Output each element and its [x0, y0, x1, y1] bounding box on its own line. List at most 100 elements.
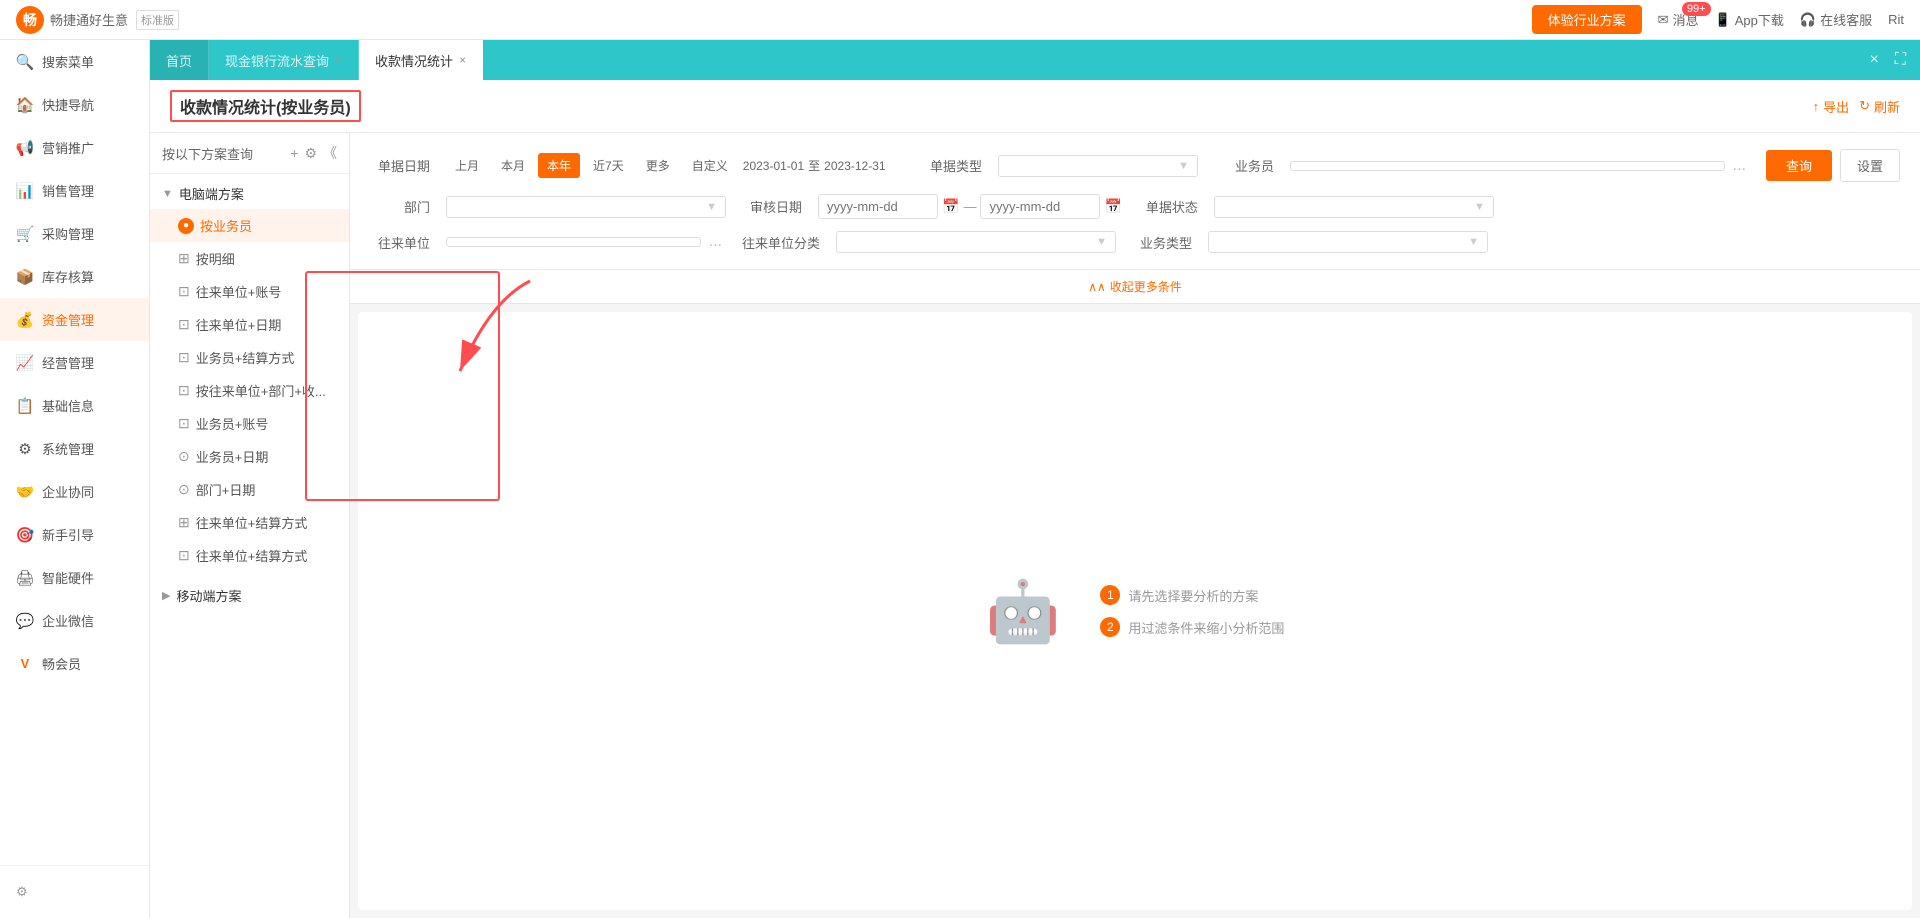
collapse-up-icon: ∧∧ [1088, 280, 1106, 294]
sidebar-settings-btn[interactable]: ⚙ [0, 874, 149, 910]
sidebar-item-quick-nav[interactable]: 🏠 快捷导航 [0, 83, 149, 126]
tab-bank-flow[interactable]: 现金银行流水查询 × [209, 40, 359, 80]
date-tab-custom[interactable]: 自定义 [683, 153, 737, 178]
sales-icon: 📊 [16, 182, 34, 200]
tab-collection-close[interactable]: × [459, 53, 466, 67]
scheme-item-by-detail[interactable]: ⊞ 按明细 [150, 242, 349, 275]
sidebar-item-purchase[interactable]: 🛒 采购管理 [0, 212, 149, 255]
scheme-item-by-salesman[interactable]: ● 按业务员 [150, 209, 349, 242]
date-tab-prev-month[interactable]: 上月 [446, 153, 488, 178]
sidebar-item-finance[interactable]: 💰 资金管理 [0, 298, 149, 341]
sidebar-item-inventory[interactable]: 📦 库存核算 [0, 255, 149, 298]
query-btn[interactable]: 查询 [1766, 150, 1832, 181]
biz-type-chevron: ▼ [1468, 236, 1479, 248]
brand-logo: 畅 [16, 6, 44, 34]
sidebar-item-enterprise[interactable]: 🤝 企业协同 [0, 470, 149, 513]
refresh-btn[interactable]: ↻ 刷新 [1859, 97, 1900, 116]
app-download-label: App下载 [1735, 10, 1784, 29]
review-date-to[interactable] [980, 194, 1100, 219]
sidebar-label-inventory: 库存核算 [42, 267, 94, 286]
scheme-item-partner-dept-label: 按往来单位+部门+收... [196, 381, 326, 400]
review-date-from[interactable] [818, 194, 938, 219]
tab-collection[interactable]: 收款情况统计 × [359, 40, 483, 80]
scheme-item-partner-date[interactable]: ⊡ 往来单位+日期 [150, 308, 349, 341]
hint-item-1: 1 请先选择要分析的方案 [1100, 585, 1258, 605]
scheme-group-mobile-header[interactable]: ▶ 移动端方案 [150, 580, 349, 611]
scheme-item-dept-date[interactable]: ⊙ 部门+日期 [150, 473, 349, 506]
message-btn[interactable]: ✉ 消息 99+ [1658, 10, 1699, 29]
finance-icon: 💰 [16, 311, 34, 329]
biz-type-select[interactable]: ▼ [1208, 231, 1488, 253]
partner-type-chevron: ▼ [1096, 236, 1107, 248]
sidebar-item-marketing[interactable]: 📢 营销推广 [0, 126, 149, 169]
date-tab-more[interactable]: 更多 [637, 153, 679, 178]
scheme-add-btn[interactable]: + [290, 145, 298, 161]
scheme-item-salesman-account[interactable]: ⊡ 业务员+账号 [150, 407, 349, 440]
tab-expand-btn[interactable]: ⛶ [1891, 47, 1910, 73]
date-tab-last-7[interactable]: 近7天 [584, 153, 633, 178]
app-download-icon: 📱 [1715, 12, 1731, 28]
export-btn[interactable]: ↑ 导出 [1813, 97, 1850, 116]
sidebar-label-operation: 经营管理 [42, 353, 94, 372]
scheme-item-by-salesman-icon: ● [178, 218, 194, 234]
scheme-group-desktop: ▼ 电脑端方案 ● 按业务员 ⊞ 按明细 ⊡ 往来单位+账号 [150, 174, 349, 576]
sidebar-item-hardware[interactable]: 🖨 智能硬件 [0, 556, 149, 599]
member-icon: V [16, 655, 34, 673]
scheme-header-actions: + ⚙ 《 [290, 143, 337, 163]
scheme-item-by-detail-icon: ⊞ [178, 250, 190, 267]
salesman-select[interactable] [1290, 161, 1725, 171]
sidebar-label-system: 系统管理 [42, 439, 94, 458]
scheme-item-partner-account[interactable]: ⊡ 往来单位+账号 [150, 275, 349, 308]
sidebar-label-guide: 新手引导 [42, 525, 94, 544]
partner-more-btn[interactable]: ... [705, 233, 726, 251]
sidebar-item-guide[interactable]: 🎯 新手引导 [0, 513, 149, 556]
scheme-group-desktop-header[interactable]: ▼ 电脑端方案 [150, 178, 349, 209]
filter-actions: 查询 设置 [1766, 149, 1900, 182]
online-service-btn[interactable]: 🎧 在线客服 [1800, 10, 1872, 29]
doc-type-chevron: ▼ [1178, 160, 1189, 172]
app-download-btn[interactable]: 📱 App下载 [1715, 10, 1784, 29]
salesman-more-btn[interactable]: ... [1729, 157, 1750, 175]
sidebar-item-wechat[interactable]: 💬 企业微信 [0, 599, 149, 642]
scheme-item-salesman-date[interactable]: ⊙ 业务员+日期 [150, 440, 349, 473]
top-bar-right: 体验行业方案 ✉ 消息 99+ 📱 App下载 🎧 在线客服 Rit [1532, 5, 1904, 34]
settings-btn[interactable]: 设置 [1840, 149, 1900, 182]
scheme-settings-btn[interactable]: ⚙ [304, 145, 317, 162]
scheme-item-partner-payment1-label: 往来单位+结算方式 [196, 513, 308, 532]
doc-status-select[interactable]: ▼ [1214, 196, 1494, 218]
sidebar-item-sales[interactable]: 📊 销售管理 [0, 169, 149, 212]
sidebar-item-member[interactable]: V 畅会员 [0, 642, 149, 685]
tab-close-all-btn[interactable]: × [1865, 47, 1882, 73]
username: Rit [1888, 12, 1904, 27]
tab-bank-flow-close[interactable]: × [335, 53, 342, 67]
scheme-item-partner-payment2[interactable]: ⊡ 往来单位+结算方式 [150, 539, 349, 572]
scheme-item-partner-dept[interactable]: ⊡ 按往来单位+部门+收... [150, 374, 349, 407]
main-layout: 🔍 搜索菜单 🏠 快捷导航 📢 营销推广 📊 销售管理 🛒 采购管理 📦 库存核… [0, 40, 1920, 918]
partner-select[interactable] [446, 237, 701, 247]
collapse-bar[interactable]: ∧∧ 收起更多条件 [350, 270, 1920, 304]
scheme-item-salesman-payment[interactable]: ⊡ 业务员+结算方式 [150, 341, 349, 374]
dept-select[interactable]: ▼ [446, 196, 726, 218]
hint-num-1: 1 [1100, 585, 1120, 605]
sidebar-item-search[interactable]: 🔍 搜索菜单 [0, 40, 149, 83]
partner-type-select[interactable]: ▼ [836, 231, 1116, 253]
sidebar-item-basic-info[interactable]: 📋 基础信息 [0, 384, 149, 427]
salesman-label: 业务员 [1214, 156, 1274, 175]
filter-row-3: 往来单位 ... 往来单位分类 ▼ 业务类型 [370, 231, 1900, 253]
scheme-collapse-btn[interactable]: 《 [323, 143, 337, 163]
scheme-item-partner-payment1[interactable]: ⊞ 往来单位+结算方式 [150, 506, 349, 539]
export-label: 导出 [1823, 97, 1849, 116]
date-tab-this-month[interactable]: 本月 [492, 153, 534, 178]
sidebar-label-marketing: 营销推广 [42, 138, 94, 157]
sidebar-label-finance: 资金管理 [42, 310, 94, 329]
date-tab-this-year[interactable]: 本年 [538, 153, 580, 178]
tab-home[interactable]: 首页 [150, 40, 209, 80]
search-icon: 🔍 [16, 53, 34, 71]
review-date-to-cal-icon[interactable]: 📅 [1104, 198, 1121, 215]
review-date-from-cal-icon[interactable]: 📅 [942, 198, 959, 215]
trial-btn[interactable]: 体验行业方案 [1532, 5, 1642, 34]
partner-type-label: 往来单位分类 [742, 233, 820, 252]
sidebar-item-system[interactable]: ⚙ 系统管理 [0, 427, 149, 470]
sidebar-item-operation[interactable]: 📈 经营管理 [0, 341, 149, 384]
doc-type-select[interactable]: ▼ [998, 155, 1198, 177]
